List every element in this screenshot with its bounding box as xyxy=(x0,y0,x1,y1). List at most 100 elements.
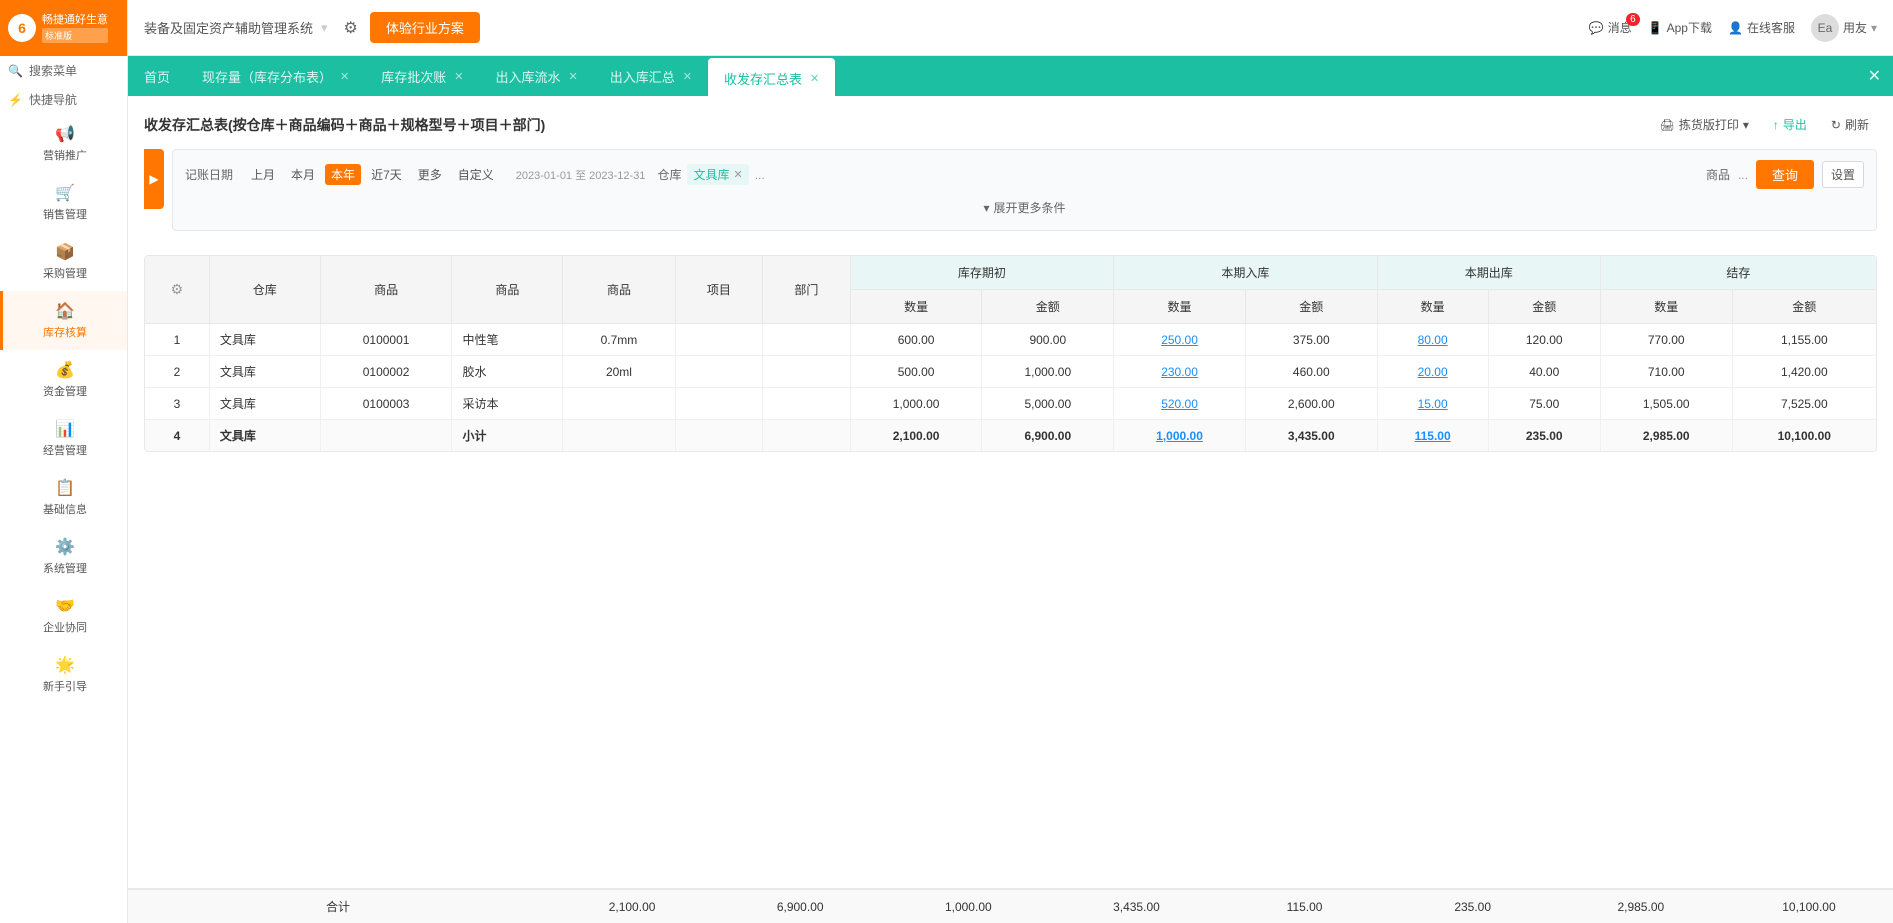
col-balance-qty: 数量 xyxy=(1600,290,1732,324)
expand-more-btn[interactable]: ▾ 展开更多条件 xyxy=(185,195,1864,220)
cell-balance-qty: 770.00 xyxy=(1600,324,1732,356)
subtotal-in-amt: 3,435.00 xyxy=(1245,420,1377,452)
tab-stock-dist-label: 现存量（库存分布表） xyxy=(202,67,332,86)
user-menu[interactable]: Ea 用友 ▾ xyxy=(1811,14,1877,42)
print-button[interactable]: 🖨 拣货版打印 ▾ xyxy=(1652,112,1757,137)
topbar-actions: 💬 消息 6 📱 App下载 👤 在线客服 Ea 用友 ▾ xyxy=(1589,14,1877,42)
cell-out-amt: 40.00 xyxy=(1488,356,1600,388)
sidebar-item-sales[interactable]: 🛒 销售管理 xyxy=(0,173,127,232)
sidebar-item-operation[interactable]: 📊 经营管理 xyxy=(0,409,127,468)
col-goods-spec: 商品 xyxy=(563,256,675,324)
settings-icon[interactable]: ⚙ xyxy=(344,18,358,38)
tab-inout-summary[interactable]: 出入库汇总 ✕ xyxy=(594,56,708,96)
sidebar-item-finance[interactable]: 💰 资金管理 xyxy=(0,350,127,409)
tab-inout-flow[interactable]: 出入库流水 ✕ xyxy=(479,56,593,96)
date-opt-last-month[interactable]: 上月 xyxy=(245,164,281,185)
tabbar-close-all[interactable]: ✕ xyxy=(1856,66,1893,86)
col-settings[interactable]: ⚙ xyxy=(145,256,209,324)
app-download-icon: 📱 xyxy=(1648,21,1663,35)
subtotal-out-qty[interactable]: 115.00 xyxy=(1377,420,1488,452)
date-opt-this-month[interactable]: 本月 xyxy=(285,164,321,185)
cell-in-qty[interactable]: 230.00 xyxy=(1114,356,1246,388)
export-button[interactable]: ↑ 导出 xyxy=(1765,112,1815,137)
in-qty-link[interactable]: 520.00 xyxy=(1161,397,1198,411)
in-qty-link[interactable]: 250.00 xyxy=(1161,333,1198,347)
out-qty-link[interactable]: 80.00 xyxy=(1418,333,1448,347)
subtotal-in-qty[interactable]: 1,000.00 xyxy=(1114,420,1246,452)
col-out-amt: 金额 xyxy=(1488,290,1600,324)
cell-in-amt: 375.00 xyxy=(1245,324,1377,356)
cell-open-amt: 1,000.00 xyxy=(982,356,1114,388)
sidebar-item-purchase[interactable]: 📦 采购管理 xyxy=(0,232,127,291)
table-settings-icon[interactable]: ⚙ xyxy=(171,281,184,297)
cell-out-qty[interactable]: 80.00 xyxy=(1377,324,1488,356)
date-opt-7days[interactable]: 近7天 xyxy=(365,164,408,185)
tab-receive-summary[interactable]: 收发存汇总表 ✕ xyxy=(708,58,835,98)
operation-icon: 📊 xyxy=(55,419,75,439)
date-opt-custom[interactable]: 自定义 xyxy=(452,164,500,185)
warehouse-tag-close[interactable]: ✕ xyxy=(733,168,742,181)
system-icon: ⚙️ xyxy=(55,537,75,557)
in-qty-link[interactable]: 230.00 xyxy=(1161,365,1198,379)
tab-stock-dist[interactable]: 现存量（库存分布表） ✕ xyxy=(186,56,365,96)
cell-in-qty[interactable]: 250.00 xyxy=(1114,324,1246,356)
sidebar-quick-nav[interactable]: ⚡ 快捷导航 xyxy=(0,85,127,114)
message-action[interactable]: 💬 消息 6 xyxy=(1589,19,1632,36)
filter-container: ▶ 记账日期 上月 本月 本年 近7天 更多 自定义 xyxy=(144,149,1877,243)
message-badge: 6 xyxy=(1626,13,1640,26)
tab-inout-summary-close[interactable]: ✕ xyxy=(683,70,692,83)
purchase-label: 采购管理 xyxy=(43,265,87,281)
cell-balance-qty: 1,505.00 xyxy=(1600,388,1732,420)
tab-batch[interactable]: 库存批次账 ✕ xyxy=(365,56,479,96)
refresh-button[interactable]: ↻ 刷新 xyxy=(1823,112,1877,137)
date-opt-more[interactable]: 更多 xyxy=(412,164,448,185)
subtotal-balance-amt: 10,100.00 xyxy=(1732,420,1876,452)
avatar: Ea xyxy=(1811,14,1839,42)
out-qty-link[interactable]: 15.00 xyxy=(1418,397,1448,411)
cell-in-amt: 2,600.00 xyxy=(1245,388,1377,420)
tab-receive-summary-label: 收发存汇总表 xyxy=(724,69,802,88)
online-service-action[interactable]: 👤 在线客服 xyxy=(1728,19,1795,36)
cell-out-qty[interactable]: 15.00 xyxy=(1377,388,1488,420)
subtotal-no: 4 xyxy=(145,420,209,452)
footer-balance-qty: 2,985.00 xyxy=(1557,900,1725,914)
query-button[interactable]: 查询 xyxy=(1756,160,1814,189)
subtotal-out-qty-link[interactable]: 115.00 xyxy=(1415,429,1451,443)
sidebar-item-inventory[interactable]: 🏠 库存核算 xyxy=(0,291,127,350)
subtotal-spec xyxy=(563,420,675,452)
cell-in-qty[interactable]: 520.00 xyxy=(1114,388,1246,420)
sidebar-item-corp[interactable]: 🤝 企业协同 xyxy=(0,586,127,645)
sidebar-item-marketing[interactable]: 📢 营销推广 xyxy=(0,114,127,173)
tab-batch-close[interactable]: ✕ xyxy=(454,70,463,83)
sidebar-item-guide[interactable]: 🌟 新手引导 xyxy=(0,645,127,704)
tab-home[interactable]: 首页 xyxy=(128,56,186,96)
sidebar-item-system[interactable]: ⚙️ 系统管理 xyxy=(0,527,127,586)
cell-code: 0100002 xyxy=(320,356,452,388)
quick-nav-icon: ⚡ xyxy=(8,93,23,107)
sidebar-item-basic[interactable]: 📋 基础信息 xyxy=(0,468,127,527)
app-download-action[interactable]: 📱 App下载 xyxy=(1648,19,1712,36)
data-table-wrapper: ⚙ 仓库 商品 商品 商品 项目 部门 库存期初 本期入库 本期出库 结存 xyxy=(144,255,1877,452)
cell-out-qty[interactable]: 20.00 xyxy=(1377,356,1488,388)
cell-balance-amt: 1,155.00 xyxy=(1732,324,1876,356)
cell-spec: 0.7mm xyxy=(563,324,675,356)
tab-receive-summary-close[interactable]: ✕ xyxy=(810,72,819,85)
footer-total-label: 合计 xyxy=(128,898,548,915)
page-title-bar: 收发存汇总表(按仓库＋商品编码＋商品＋规格型号＋项目＋部门) 🖨 拣货版打印 ▾… xyxy=(144,112,1877,137)
sidebar-search-btn[interactable]: 🔍 搜索菜单 xyxy=(0,56,127,85)
basic-label: 基础信息 xyxy=(43,501,87,517)
set-button[interactable]: 设置 xyxy=(1822,161,1864,188)
date-opt-this-year[interactable]: 本年 xyxy=(325,164,361,185)
tab-stock-dist-close[interactable]: ✕ xyxy=(340,70,349,83)
tab-inout-flow-close[interactable]: ✕ xyxy=(569,70,578,83)
service-label: 在线客服 xyxy=(1747,19,1795,36)
subtotal-out-amt: 235.00 xyxy=(1488,420,1600,452)
out-qty-link[interactable]: 20.00 xyxy=(1418,365,1448,379)
filter-expand-button[interactable]: ▶ xyxy=(144,149,164,209)
warehouse-more[interactable]: ... xyxy=(755,168,765,182)
col-balance-group: 结存 xyxy=(1600,256,1876,290)
trial-button[interactable]: 体验行业方案 xyxy=(370,12,480,43)
subtotal-in-qty-link[interactable]: 1,000.00 xyxy=(1156,429,1203,443)
sales-icon: 🛒 xyxy=(55,183,75,203)
goods-more[interactable]: ... xyxy=(1738,168,1748,182)
